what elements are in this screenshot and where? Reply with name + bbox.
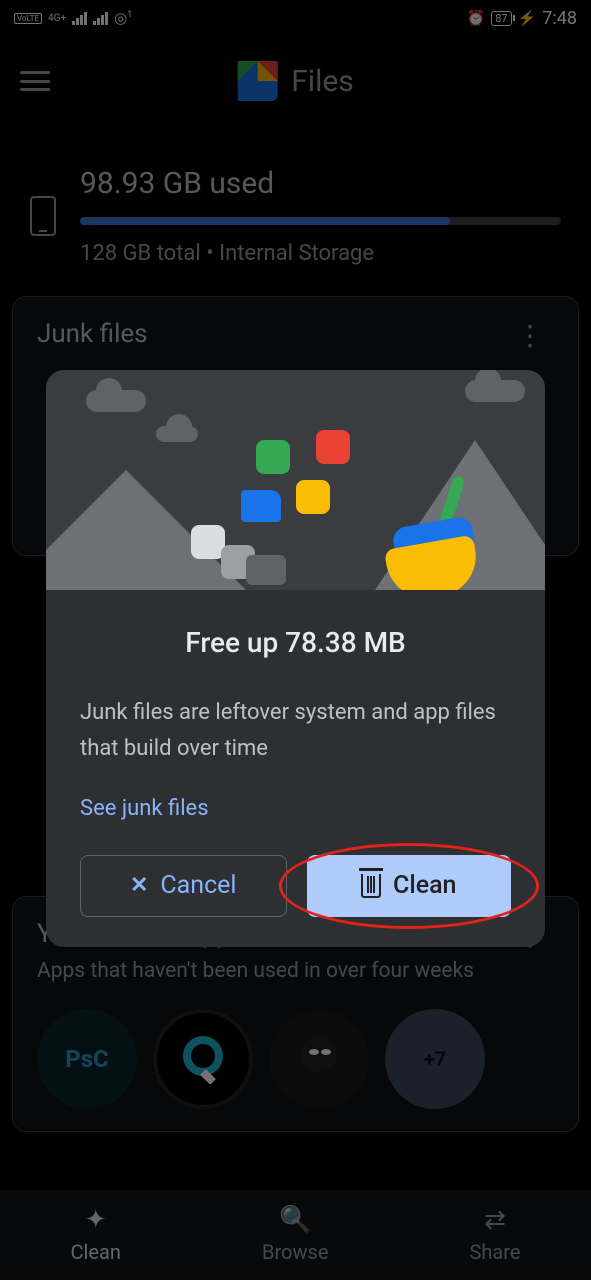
trash-icon <box>361 874 381 898</box>
clean-label: Clean <box>393 871 456 900</box>
cancel-label: Cancel <box>160 871 236 900</box>
see-junk-files-link[interactable]: See junk files <box>80 796 511 821</box>
dialog-description: Junk files are leftover system and app f… <box>80 695 511 768</box>
broom-icon <box>423 472 435 572</box>
clean-dialog: Free up 78.38 MB Junk files are leftover… <box>46 370 545 947</box>
dialog-title: Free up 78.38 MB <box>80 626 511 659</box>
dialog-illustration <box>46 370 545 590</box>
clean-button[interactable]: Clean <box>307 855 512 917</box>
close-icon: ✕ <box>130 873 148 898</box>
cancel-button[interactable]: ✕ Cancel <box>80 855 287 917</box>
